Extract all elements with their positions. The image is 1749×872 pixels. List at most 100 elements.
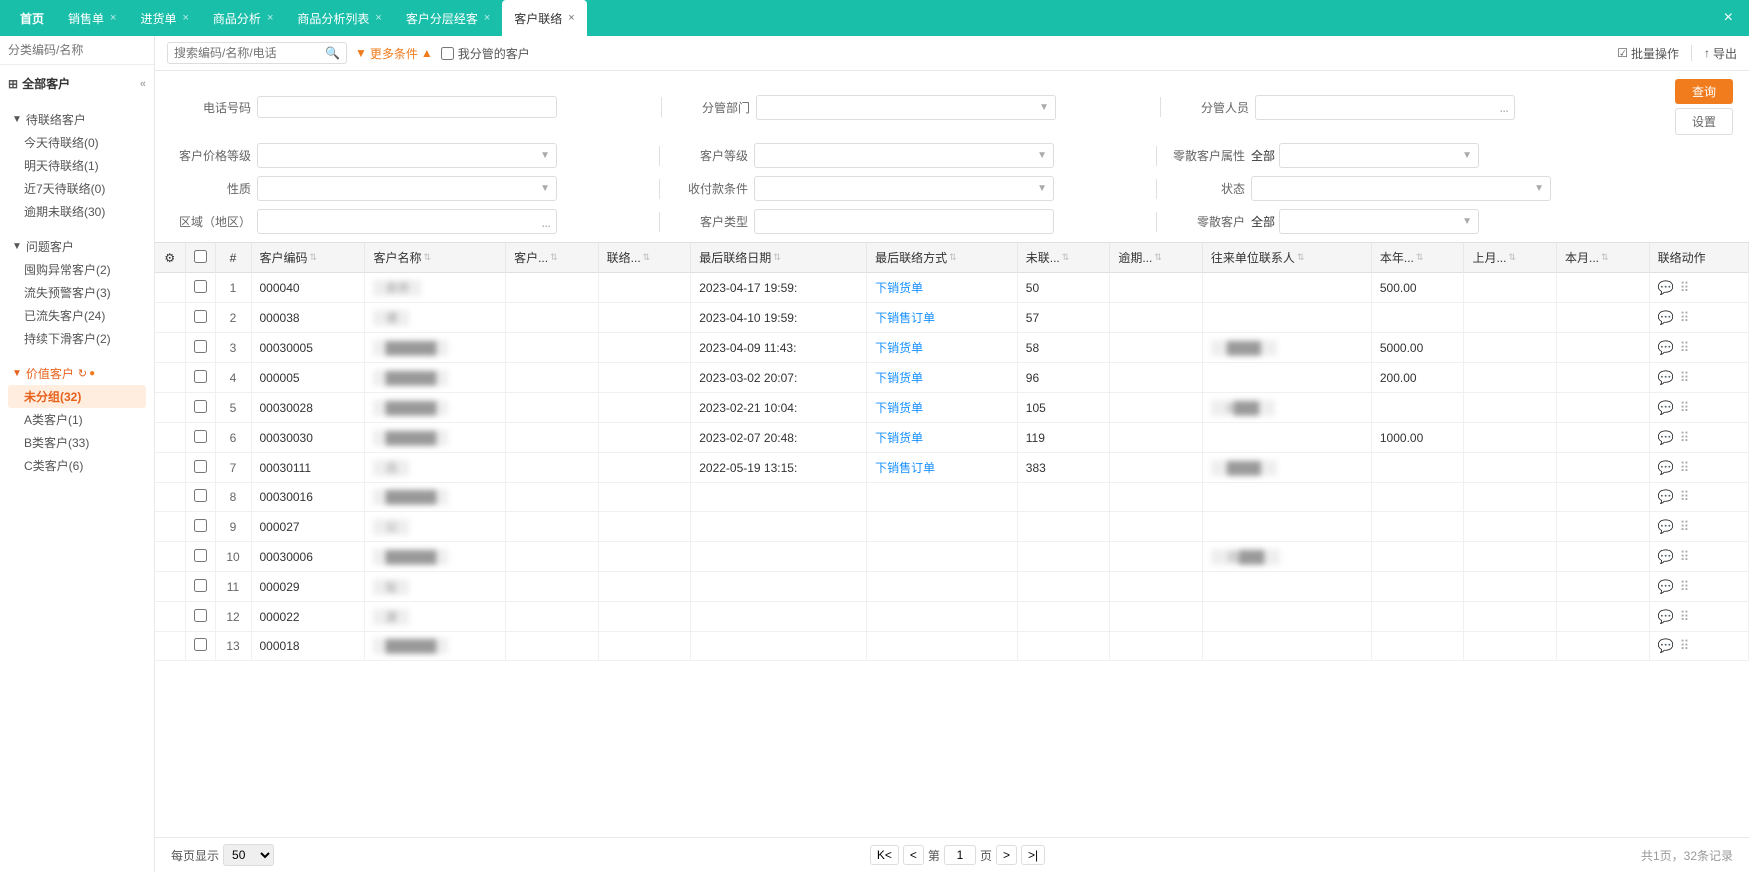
sidebar-group-value[interactable]: ▼ 价值客户 ↻ ● [8,362,146,385]
sidebar-group-pending[interactable]: ▼ 待联络客户 [8,108,146,131]
contact-icon-6[interactable]: 💬 [1658,460,1674,476]
contact-icon-1[interactable]: 💬 [1658,310,1674,326]
sidebar-item-abnormal[interactable]: 囤购异常客户(2) [8,258,146,281]
col-customer-type[interactable]: 客户...⇅ [506,243,599,273]
sidebar-item-overdue[interactable]: 逾期未联络(30) [8,200,146,223]
reset-button[interactable]: 设置 [1675,108,1733,135]
sidebar-search[interactable]: 🔍 [0,36,154,65]
more-icon-1[interactable]: ⠿ [1680,310,1690,326]
prev-page-btn[interactable]: < [903,845,924,865]
sidebar-item-unclassified[interactable]: 未分组(32) [8,385,146,408]
retail-customer-select[interactable]: ▼ [1279,209,1479,234]
sidebar-item-tomorrow[interactable]: 明天待联络(1) [8,154,146,177]
all-customers-header[interactable]: ⊞ 全部客户 « [8,71,146,96]
col-contact[interactable]: 联络...⇅ [598,243,691,273]
more-icon-4[interactable]: ⠿ [1680,400,1690,416]
row-check-5[interactable] [185,423,215,453]
row-last-method-4[interactable]: 下销货单 [867,393,1018,423]
contact-icon-8[interactable]: 💬 [1658,519,1674,535]
col-customer-code[interactable]: 客户编码⇅ [251,243,365,273]
row-last-method-8[interactable] [867,512,1018,542]
row-check-8[interactable] [185,512,215,542]
more-icon-8[interactable]: ⠿ [1680,519,1690,535]
row-action-8[interactable]: 💬 ⠿ [1649,512,1748,542]
batch-operation-btn[interactable]: ☑ 批量操作 [1617,45,1679,62]
row-action-2[interactable]: 💬 ⠿ [1649,333,1748,363]
sidebar-item-class-c[interactable]: C类客户(6) [8,454,146,477]
nav-item-sales[interactable]: 销售单 × [56,0,128,36]
last-page-btn[interactable]: >| [1021,845,1045,865]
contact-icon-11[interactable]: 💬 [1658,609,1674,625]
page-number-input[interactable] [944,845,976,865]
first-page-btn[interactable]: K< [870,845,899,865]
price-level-select[interactable]: ▼ [257,143,557,168]
contact-icon-5[interactable]: 💬 [1658,430,1674,446]
close-sales-tab[interactable]: × [110,12,116,24]
category-search-input[interactable] [8,43,155,57]
col-check-all[interactable] [185,243,215,273]
row-last-method-9[interactable] [867,542,1018,572]
contact-icon-7[interactable]: 💬 [1658,489,1674,505]
more-icon-6[interactable]: ⠿ [1680,460,1690,476]
nav-item-purchase[interactable]: 进货单 × [128,0,200,36]
collapse-sidebar-btn[interactable]: « [140,78,146,90]
col-last-month[interactable]: 上月...⇅ [1464,243,1557,273]
nav-item-customer-tier[interactable]: 客户分层经客 × [394,0,502,36]
contact-icon-0[interactable]: 💬 [1658,280,1674,296]
row-action-12[interactable]: 💬 ⠿ [1649,632,1748,661]
sidebar-item-today[interactable]: 今天待联络(0) [8,131,146,154]
more-icon-9[interactable]: ⠿ [1680,549,1690,565]
nav-item-analysis[interactable]: 商品分析 × [201,0,285,36]
sidebar-item-declining[interactable]: 持续下滑客户(2) [8,327,146,350]
row-check-2[interactable] [185,333,215,363]
contact-icon-9[interactable]: 💬 [1658,549,1674,565]
sidebar-item-class-b[interactable]: B类客户(33) [8,431,146,454]
contact-icon-4[interactable]: 💬 [1658,400,1674,416]
row-check-1[interactable] [185,303,215,333]
row-check-12[interactable] [185,632,215,661]
payment-terms-select[interactable]: ▼ [754,176,1054,201]
more-icon-10[interactable]: ⠿ [1680,579,1690,595]
col-this-month[interactable]: 本月...⇅ [1557,243,1650,273]
row-check-9[interactable] [185,542,215,572]
row-action-0[interactable]: 💬 ⠿ [1649,273,1748,303]
dept-select[interactable]: ▼ [756,95,1056,120]
col-overdue[interactable]: 逾期...⇅ [1110,243,1203,273]
manager-select[interactable]: ... [1255,95,1515,120]
close-analysis-tab[interactable]: × [267,12,273,24]
col-settings[interactable]: ⚙ [155,243,185,273]
region-select[interactable]: ... [257,209,557,234]
row-check-4[interactable] [185,393,215,423]
col-customer-name[interactable]: 客户名称⇅ [365,243,506,273]
phone-input[interactable] [257,96,557,118]
query-button[interactable]: 查询 [1675,79,1733,104]
nav-home[interactable]: 首页 [8,0,56,36]
page-size-select[interactable]: 20 50 100 [223,844,274,866]
more-icon-7[interactable]: ⠿ [1680,489,1690,505]
next-page-btn[interactable]: > [996,845,1017,865]
row-last-method-11[interactable] [867,602,1018,632]
status-select[interactable]: ▼ [1251,176,1551,201]
contact-icon-3[interactable]: 💬 [1658,370,1674,386]
row-last-method-2[interactable]: 下销货单 [867,333,1018,363]
col-last-method[interactable]: 最后联络方式⇅ [867,243,1018,273]
my-customers-checkbox[interactable]: 我分管的客户 [441,45,530,62]
row-check-10[interactable] [185,572,215,602]
nature-select[interactable]: ▼ [257,176,557,201]
nav-item-analysis-list[interactable]: 商品分析列表 × [285,0,393,36]
col-this-year[interactable]: 本年...⇅ [1371,243,1464,273]
row-last-method-0[interactable]: 下销货单 [867,273,1018,303]
refresh-icon[interactable]: ↻ [78,367,87,380]
close-analysis-list-tab[interactable]: × [375,12,381,24]
contact-icon-12[interactable]: 💬 [1658,638,1674,654]
row-check-11[interactable] [185,602,215,632]
row-last-method-10[interactable] [867,572,1018,602]
row-last-method-7[interactable] [867,483,1018,512]
sidebar-item-churn-warning[interactable]: 流失预警客户(3) [8,281,146,304]
row-action-7[interactable]: 💬 ⠿ [1649,483,1748,512]
row-check-7[interactable] [185,483,215,512]
close-customer-contact-tab[interactable]: × [568,12,574,24]
row-check-3[interactable] [185,363,215,393]
row-last-method-5[interactable]: 下销货单 [867,423,1018,453]
more-conditions-btn[interactable]: ▼ 更多条件 ▲ [355,45,433,62]
